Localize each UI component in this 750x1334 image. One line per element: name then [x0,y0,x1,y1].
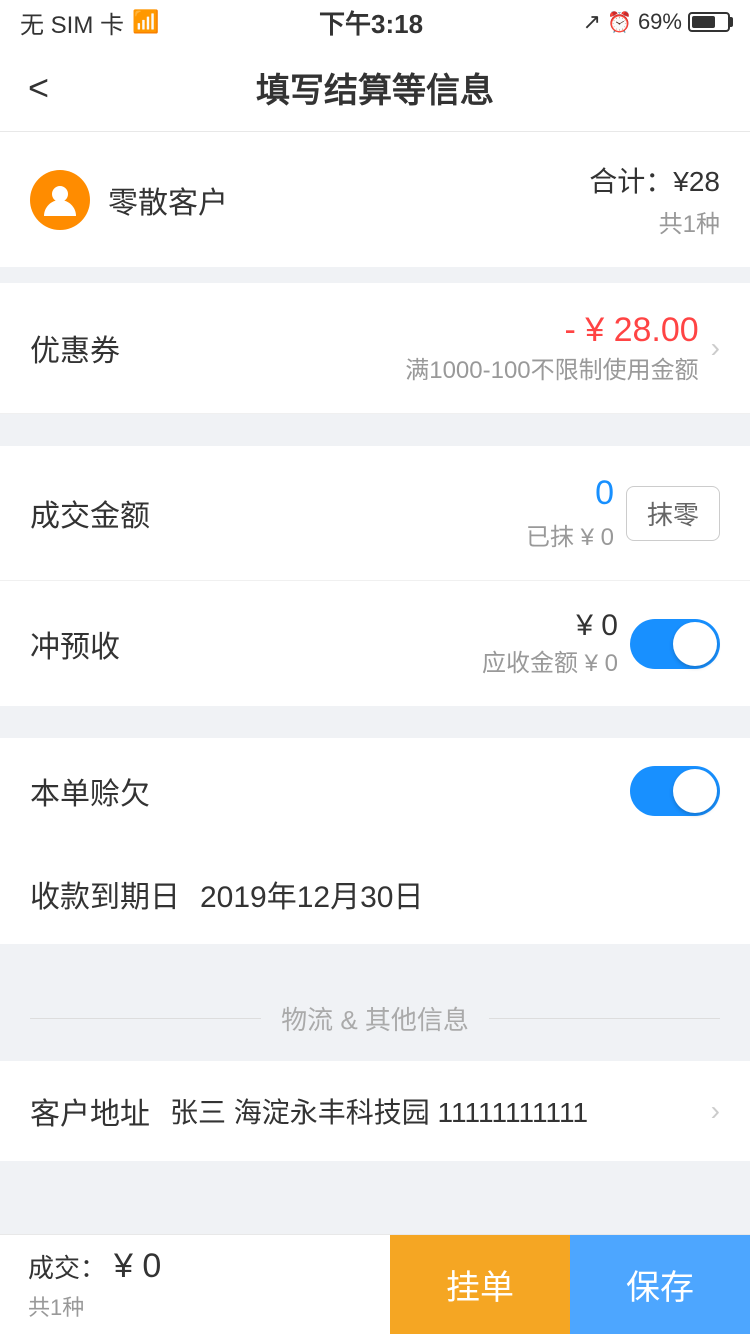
status-right: ↗ ⏰ 69% [583,9,730,35]
prepay-label: 冲预收 [30,622,120,666]
save-button[interactable]: 保存 [570,1235,750,1334]
transaction-section: 成交金额 0 已抹 ¥ 0 抹零 冲预收 ¥ 0 应收金额 ¥ 0 [0,446,750,706]
divider-1 [0,430,750,446]
bottom-count: 共1种 [28,1290,362,1322]
location-icon: ↗ [583,9,601,35]
battery-percent: 69% [638,9,682,35]
customer-section: 零散客户 合计：¥28 共1种 [0,132,750,267]
back-button[interactable]: < [28,67,49,109]
customer-totals: 合计：¥28 共1种 [589,160,720,239]
prepay-value: ¥ 0 [482,609,618,643]
transaction-row: 成交金额 0 已抹 ¥ 0 抹零 [0,446,750,581]
customer-count: 共1种 [589,204,720,239]
logistics-title: 物流 & 其他信息 [281,1000,469,1037]
status-bar: 无 SIM 卡 📶 下午3:18 ↗ ⏰ 69% [0,0,750,44]
address-chevron-icon: › [711,1095,720,1127]
customer-name: 零散客户 [108,178,228,222]
coupon-description: 满1000-100不限制使用金额 [405,350,698,385]
status-time: 下午3:18 [319,4,423,41]
page-title: 填写结算等信息 [256,63,494,112]
bottom-bar: 成交： ¥ 0 共1种 挂单 保存 [0,1234,750,1334]
prepay-sub: 应收金额 ¥ 0 [482,643,618,678]
coupon-label: 优惠券 [30,326,120,370]
address-value: 张三 海淀永丰科技园 11111111111 [170,1091,711,1131]
debt-right [630,766,720,816]
bottom-deal-label: 成交： [28,1248,106,1285]
debt-label: 本单赊欠 [30,769,150,813]
transaction-value[interactable]: 0 [595,474,614,512]
carrier-text: 无 SIM 卡 [20,5,124,40]
round-button[interactable]: 抹零 [626,486,720,541]
nav-bar: < 填写结算等信息 [0,44,750,132]
bottom-deal-row: 成交： ¥ 0 [28,1247,362,1286]
bottom-deal-value: ¥ 0 [114,1247,161,1286]
address-label: 客户地址 [30,1089,150,1133]
address-section: 客户地址 张三 海淀永丰科技园 11111111111 › [0,1061,750,1161]
coupon-chevron-icon: › [711,332,720,364]
alarm-icon: ⏰ [607,10,632,35]
coupon-row[interactable]: 优惠券 - ¥ 28.00 满1000-100不限制使用金额 › [0,283,750,414]
due-date-row[interactable]: 收款到期日 2019年12月30日 [0,844,750,944]
content-area: 零散客户 合计：¥28 共1种 优惠券 - ¥ 28.00 满1000-100不… [0,132,750,1297]
divider-2 [0,722,750,738]
address-row[interactable]: 客户地址 张三 海淀永丰科技园 11111111111 › [0,1061,750,1161]
debt-row: 本单赊欠 [0,738,750,844]
bottom-info: 成交： ¥ 0 共1种 [0,1235,390,1334]
due-date-label: 收款到期日 [30,872,180,916]
transaction-sub: 已抹 ¥ 0 [526,517,614,552]
due-date-value: 2019年12月30日 [200,872,423,916]
logistics-header: 物流 & 其他信息 [0,976,750,1061]
transaction-right: 0 已抹 ¥ 0 抹零 [526,474,720,552]
prepay-toggle[interactable] [630,619,720,669]
hold-button[interactable]: 挂单 [390,1235,570,1334]
toggle-knob [673,622,717,666]
customer-total-amount: 合计：¥28 [589,160,720,200]
battery-icon [688,12,730,32]
customer-avatar [30,170,90,230]
divider-3 [0,960,750,976]
wifi-icon: 📶 [132,9,159,35]
coupon-section[interactable]: 优惠券 - ¥ 28.00 满1000-100不限制使用金额 › [0,283,750,414]
customer-info: 零散客户 [30,170,228,230]
debt-toggle[interactable] [630,766,720,816]
transaction-label: 成交金额 [30,491,150,535]
status-left: 无 SIM 卡 📶 [20,5,159,40]
debt-section: 本单赊欠 收款到期日 2019年12月30日 [0,738,750,944]
prepay-row: 冲预收 ¥ 0 应收金额 ¥ 0 [0,581,750,706]
debt-toggle-knob [673,769,717,813]
prepay-right: ¥ 0 应收金额 ¥ 0 [482,609,720,678]
coupon-right: - ¥ 28.00 满1000-100不限制使用金额 › [405,311,720,385]
coupon-discount: - ¥ 28.00 [405,311,698,350]
